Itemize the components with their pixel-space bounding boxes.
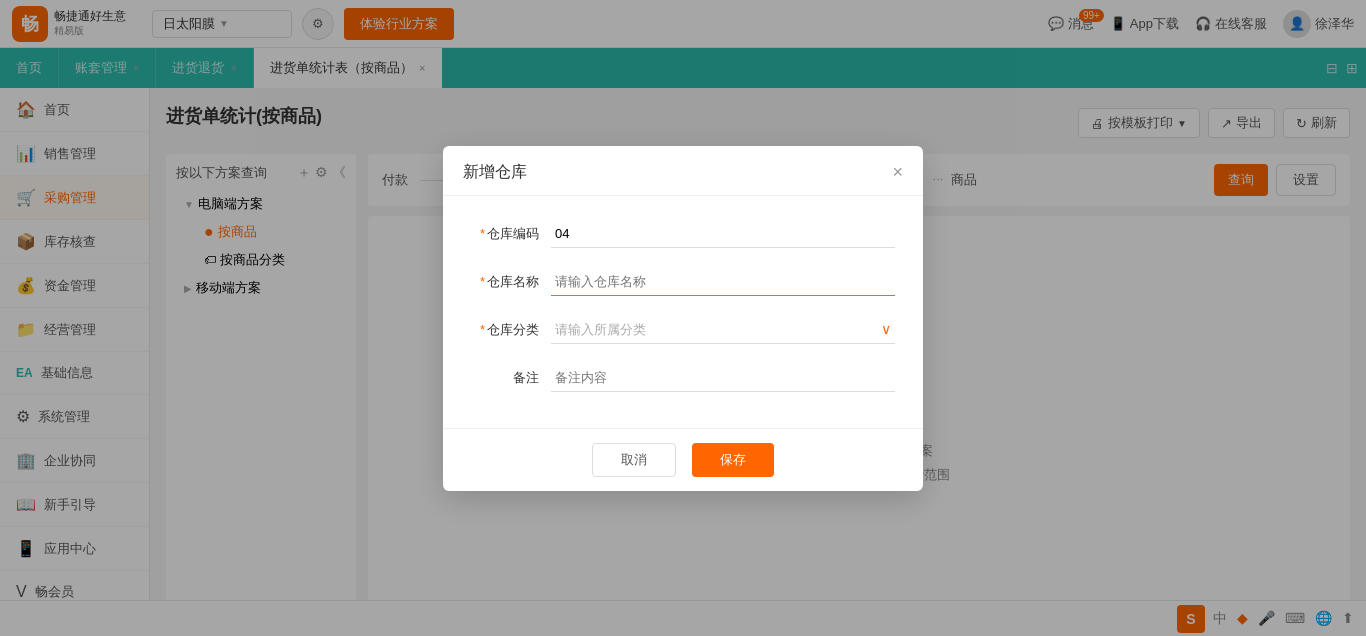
warehouse-category-select[interactable]: 请输入所属分类 ∨ — [551, 316, 895, 344]
remark-row: 备注 — [471, 364, 895, 392]
modal-footer: 取消 保存 — [443, 428, 923, 491]
warehouse-name-row: 仓库名称 — [471, 268, 895, 296]
warehouse-code-row: 仓库编码 — [471, 220, 895, 248]
warehouse-code-input[interactable] — [551, 220, 895, 248]
modal-overlay: 新增仓库 × 仓库编码 仓库名称 仓库分类 请输入所属分类 ∨ — [0, 0, 1366, 636]
cancel-button[interactable]: 取消 — [592, 443, 676, 477]
modal-header: 新增仓库 × — [443, 146, 923, 196]
save-button[interactable]: 保存 — [692, 443, 774, 477]
warehouse-name-label: 仓库名称 — [471, 273, 551, 291]
remark-input[interactable] — [551, 364, 895, 392]
modal-body: 仓库编码 仓库名称 仓库分类 请输入所属分类 ∨ 备注 — [443, 196, 923, 428]
category-dropdown[interactable]: 请输入所属分类 — [551, 316, 895, 343]
warehouse-modal: 新增仓库 × 仓库编码 仓库名称 仓库分类 请输入所属分类 ∨ — [443, 146, 923, 491]
warehouse-category-row: 仓库分类 请输入所属分类 ∨ — [471, 316, 895, 344]
warehouse-name-input[interactable] — [551, 268, 895, 296]
warehouse-code-label: 仓库编码 — [471, 225, 551, 243]
close-icon[interactable]: × — [892, 162, 903, 183]
remark-label: 备注 — [471, 369, 551, 387]
modal-title: 新增仓库 — [463, 162, 527, 183]
warehouse-category-label: 仓库分类 — [471, 321, 551, 339]
